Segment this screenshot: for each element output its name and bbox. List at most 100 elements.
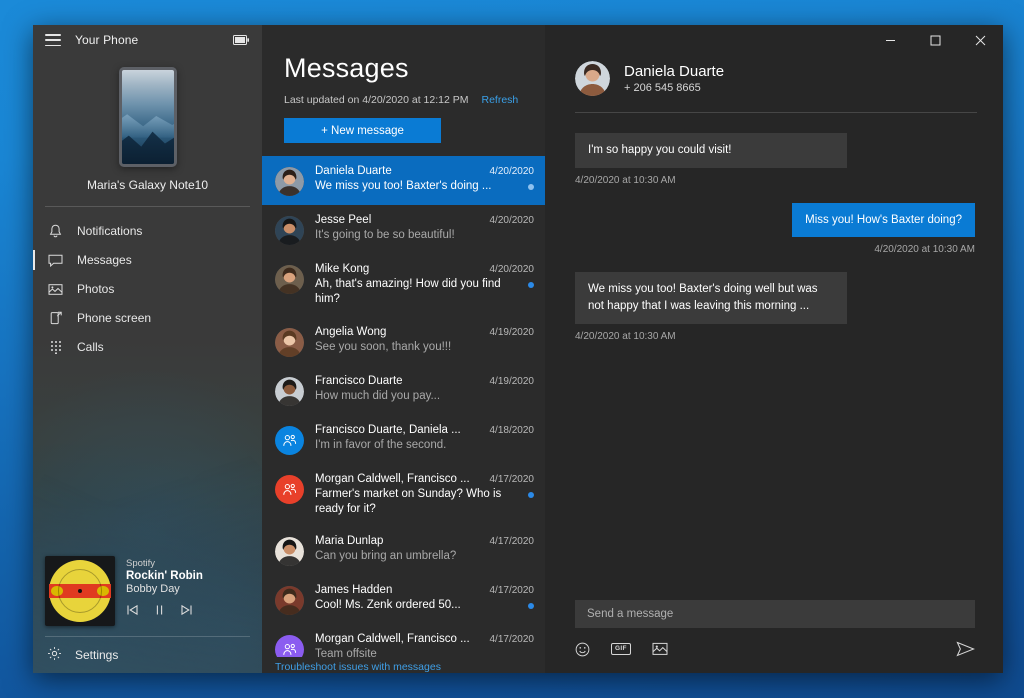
- avatar: [275, 216, 304, 245]
- thread-preview: I'm in favor of the second.: [315, 438, 446, 453]
- thread-list-item[interactable]: Angelia Wong4/19/2020See you soon, thank…: [262, 317, 545, 366]
- next-track-button[interactable]: [180, 604, 193, 616]
- dialpad-icon: [47, 340, 64, 354]
- message-input[interactable]: [575, 600, 975, 628]
- incoming-message: I'm so happy you could visit!4/20/2020 a…: [575, 133, 975, 186]
- media-source-label: Spotify: [126, 558, 203, 569]
- thread-list-item[interactable]: Maria Dunlap4/17/2020Can you bring an um…: [262, 526, 545, 575]
- device-name: Maria's Galaxy Note10: [33, 178, 262, 192]
- thread-date: 4/20/2020: [490, 215, 535, 226]
- minimize-button[interactable]: [868, 25, 913, 55]
- message-timestamp: 4/20/2020 at 10:30 AM: [874, 244, 975, 255]
- gif-icon[interactable]: GIF: [611, 643, 631, 655]
- your-phone-window: Your Phone Maria's Galaxy Note10 Notific…: [33, 25, 1003, 673]
- device-preview: Maria's Galaxy Note10: [33, 55, 262, 192]
- thread-preview: See you soon, thank you!!!: [315, 340, 451, 355]
- album-art: [45, 556, 115, 626]
- window-controls: [545, 25, 1003, 55]
- sidebar-item-label: Notifications: [77, 224, 142, 238]
- thread-contact-name: Daniela Duarte: [315, 165, 392, 177]
- thread-contact-name: Morgan Caldwell, Francisco ...: [315, 633, 470, 645]
- sidebar-item-messages[interactable]: Messages: [33, 246, 262, 274]
- media-track-title: Rockin' Robin: [126, 570, 203, 582]
- close-button[interactable]: [958, 25, 1003, 55]
- thread-preview: Team offsite: [315, 647, 377, 657]
- thread-list-item[interactable]: James Hadden4/17/2020Cool! Ms. Zenk orde…: [262, 575, 545, 624]
- thread-contact-name: Morgan Caldwell, Francisco ...: [315, 473, 470, 485]
- troubleshoot-link[interactable]: Troubleshoot issues with messages: [262, 657, 545, 673]
- thread-contact-name: Jesse Peel: [315, 214, 371, 226]
- previous-track-button[interactable]: [126, 604, 139, 616]
- refresh-link[interactable]: Refresh: [481, 94, 518, 106]
- thread-date: 4/19/2020: [490, 376, 535, 387]
- bell-icon: [47, 224, 64, 238]
- thread-date: 4/19/2020: [490, 327, 535, 338]
- avatar: [275, 377, 304, 406]
- message-bubble: I'm so happy you could visit!: [575, 133, 847, 168]
- thread-list-item[interactable]: Morgan Caldwell, Francisco ...4/17/2020T…: [262, 624, 545, 657]
- sidebar-nav: Notifications Messages Photos: [33, 207, 262, 362]
- new-message-button[interactable]: + New message: [284, 118, 441, 143]
- emoji-icon[interactable]: [575, 642, 590, 657]
- phone-screen-icon: [47, 311, 64, 325]
- app-title: Your Phone: [75, 33, 138, 47]
- gear-icon: [47, 646, 62, 664]
- message-timestamp: 4/20/2020 at 10:30 AM: [575, 331, 975, 342]
- thread-list-item[interactable]: Francisco Duarte 4/19/2020 How much did yo…: [262, 366, 545, 415]
- phone-thumbnail-image: [119, 67, 177, 167]
- thread-preview: Farmer's market on Sunday? Who is ready …: [315, 487, 520, 518]
- sidebar-item-settings[interactable]: Settings: [33, 637, 262, 673]
- contact-name: Daniela Duarte: [624, 63, 724, 80]
- thread-list-item[interactable]: Francisco Duarte, Daniela ... 4/18/2020 I'…: [262, 415, 545, 464]
- sidebar-item-photos[interactable]: Photos: [33, 275, 262, 303]
- avatar: [275, 265, 304, 294]
- unread-indicator: [528, 492, 534, 498]
- sidebar-item-phone-screen[interactable]: Phone screen: [33, 304, 262, 332]
- thread-contact-name: Francisco Duarte, Daniela ...: [315, 424, 461, 436]
- send-button[interactable]: [956, 641, 975, 657]
- thread-contact-name: James Hadden: [315, 584, 392, 596]
- thread-date: 4/20/2020: [490, 264, 535, 275]
- unread-indicator: [528, 184, 534, 190]
- media-player: Spotify Rockin' Robin Bobby Day: [45, 548, 250, 626]
- thread-list-item[interactable]: Mike Kong4/20/2020Ah, that's amazing! Ho…: [262, 254, 545, 317]
- battery-icon: [233, 35, 250, 45]
- messages-list-panel: Messages Last updated on 4/20/2020 at 12…: [262, 25, 545, 673]
- vinyl-record-image: [49, 560, 111, 622]
- avatar: [275, 167, 304, 196]
- thread-date: 4/17/2020: [490, 585, 535, 596]
- thread-contact-name: Francisco Duarte: [315, 375, 403, 387]
- thread-date: 4/18/2020: [490, 425, 535, 436]
- thread-list-item[interactable]: Daniela Duarte4/20/2020We miss you too! …: [262, 156, 545, 205]
- sidebar-item-notifications[interactable]: Notifications: [33, 217, 262, 245]
- avatar: [575, 61, 610, 96]
- maximize-button[interactable]: [913, 25, 958, 55]
- thread-preview: Ah, that's amazing! How did you find him…: [315, 277, 520, 308]
- thread-list-item[interactable]: Jesse Peel 4/20/2020 It's going to be so b…: [262, 205, 545, 254]
- pause-button[interactable]: [154, 604, 165, 616]
- sidebar: Your Phone Maria's Galaxy Note10 Notific…: [33, 25, 262, 673]
- photo-icon: [47, 283, 64, 296]
- page-title: Messages: [284, 53, 523, 84]
- thread-preview: How much did you pay...: [315, 389, 440, 404]
- last-updated-text: Last updated on 4/20/2020 at 12:12 PM: [284, 94, 468, 106]
- avatar: [275, 586, 304, 615]
- sidebar-item-label: Phone screen: [77, 311, 151, 325]
- message-thread: I'm so happy you could visit! 4/20/2020 a…: [545, 113, 1003, 600]
- thread-contact-name: Maria Dunlap: [315, 535, 383, 547]
- media-track-artist: Bobby Day: [126, 583, 203, 595]
- thread-list-item[interactable]: Morgan Caldwell, Francisco ... 4/17/2020 F…: [262, 464, 545, 527]
- sidebar-item-calls[interactable]: Calls: [33, 333, 262, 361]
- image-icon[interactable]: [652, 642, 668, 656]
- avatar: [275, 328, 304, 357]
- thread-date: 4/17/2020: [490, 474, 535, 485]
- message-bubble: Miss you! How's Baxter doing?: [792, 203, 975, 238]
- thread-list[interactable]: Daniela Duarte4/20/2020We miss you too! …: [262, 156, 545, 657]
- avatar: [275, 635, 304, 657]
- message-bubble: We miss you too! Baxter's doing well but…: [575, 272, 847, 323]
- thread-date: 4/20/2020: [490, 166, 535, 177]
- sidebar-item-label: Photos: [77, 282, 114, 296]
- settings-label: Settings: [75, 648, 118, 662]
- thread-preview: It's going to be so beautiful!: [315, 228, 455, 243]
- hamburger-menu-icon[interactable]: [45, 34, 61, 46]
